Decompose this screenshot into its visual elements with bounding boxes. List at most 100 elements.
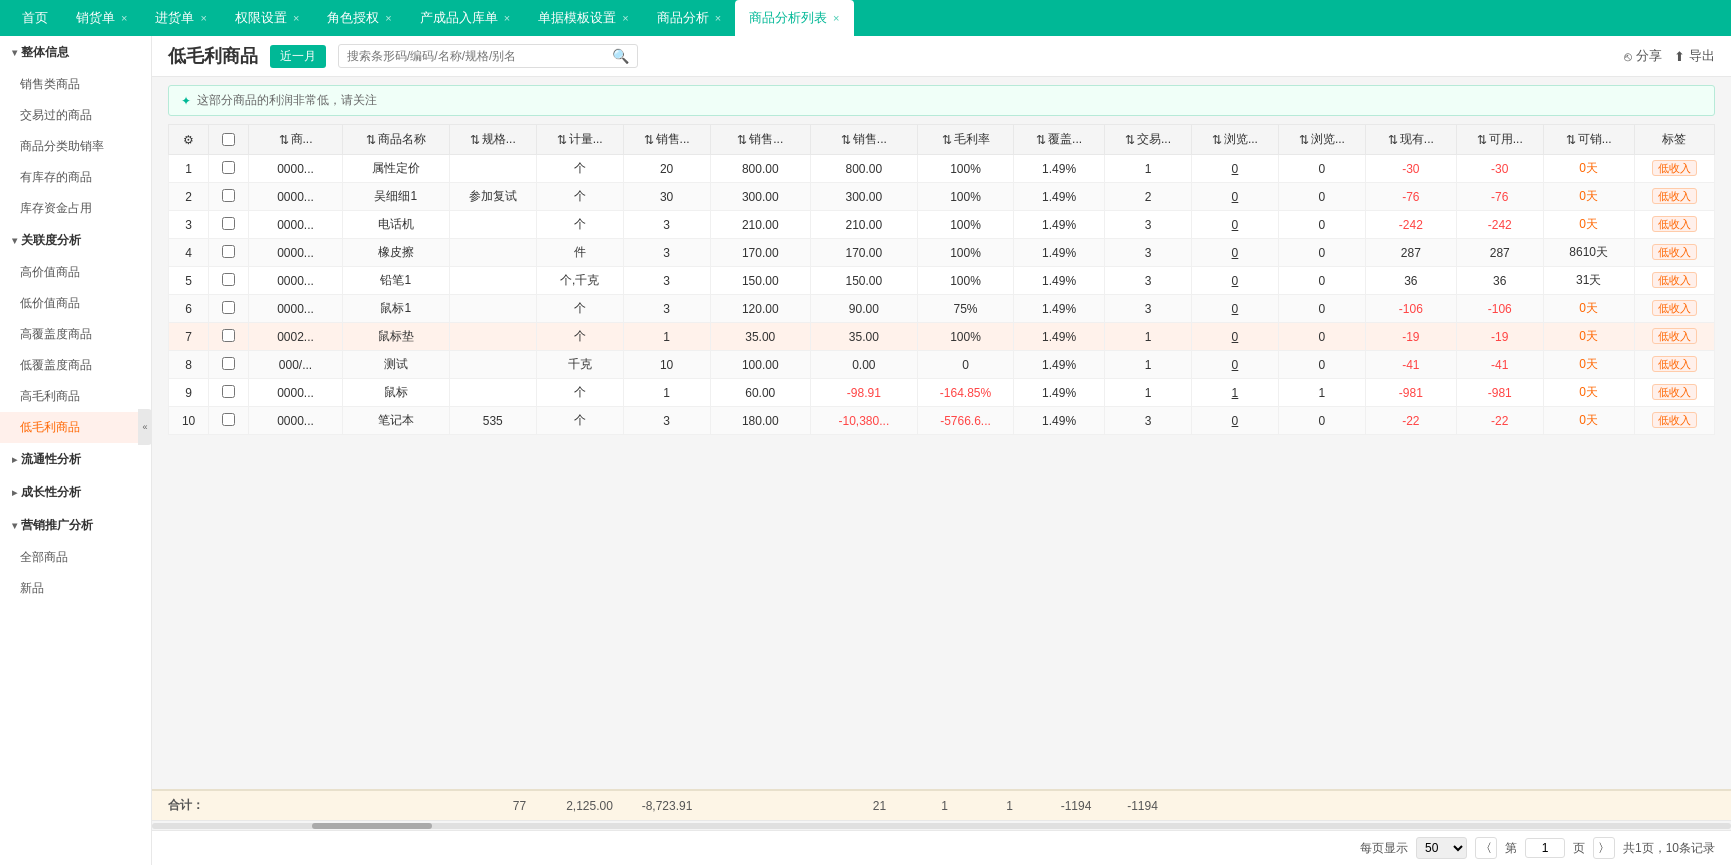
th-view2[interactable]: ⇅浏览... [1278,125,1365,155]
th-coverage[interactable]: ⇅覆盖... [1014,125,1105,155]
search-input[interactable] [347,49,612,63]
nav-permission[interactable]: 权限设置 × [221,0,313,36]
row-checkbox-cell[interactable] [209,379,249,407]
th-view1[interactable]: ⇅浏览... [1192,125,1279,155]
close-icon[interactable]: × [293,12,299,24]
row-trade: 3 [1105,295,1192,323]
scrollbar-thumb[interactable] [312,823,432,829]
th-settings[interactable]: ⚙ [169,125,209,155]
share-button[interactable]: ⎋ 分享 [1624,47,1662,65]
row-checkbox-cell[interactable] [209,211,249,239]
nav-template[interactable]: 单据模板设置 × [524,0,642,36]
th-available[interactable]: ⇅可用... [1456,125,1543,155]
sidebar-item-stock-capital[interactable]: 库存资金占用 [0,193,151,224]
sidebar-item-low-value[interactable]: 低价值商品 [0,288,151,319]
page-input[interactable] [1525,838,1565,858]
nav-sales[interactable]: 销货单 × [62,0,141,36]
row-view1[interactable]: 0 [1192,407,1279,435]
th-trade[interactable]: ⇅交易... [1105,125,1192,155]
row-checkbox[interactable] [222,385,235,398]
export-button[interactable]: ⬆ 导出 [1674,47,1715,65]
close-icon[interactable]: × [833,12,839,24]
nav-product-analysis-list[interactable]: 商品分析列表 × [735,0,853,36]
th-sellable[interactable]: ⇅可销... [1543,125,1634,155]
nav-product-analysis[interactable]: 商品分析 × [643,0,735,36]
sidebar-item-high-margin[interactable]: 高毛利商品 [0,381,151,412]
row-checkbox[interactable] [222,357,235,370]
nav-home[interactable]: 首页 [8,0,62,36]
row-checkbox-cell[interactable] [209,267,249,295]
sidebar-item-all-goods[interactable]: 全部商品 [0,542,151,573]
th-sale-qty[interactable]: ⇅销售... [623,125,710,155]
th-current-stock[interactable]: ⇅现有... [1365,125,1456,155]
sidebar-group-overview[interactable]: ▾ 整体信息 [0,36,151,69]
nav-role[interactable]: 角色授权 × [313,0,405,36]
row-checkbox-cell[interactable] [209,295,249,323]
close-icon[interactable]: × [622,12,628,24]
sidebar-group-growth[interactable]: ▸ 成长性分析 [0,476,151,509]
row-checkbox-cell[interactable] [209,351,249,379]
close-icon[interactable]: × [715,12,721,24]
row-checkbox[interactable] [222,413,235,426]
sidebar-group-correlation[interactable]: ▾ 关联度分析 [0,224,151,257]
row-checkbox[interactable] [222,329,235,342]
sidebar-item-stock-goods[interactable]: 有库存的商品 [0,162,151,193]
row-view1[interactable]: 0 [1192,211,1279,239]
per-page-select[interactable]: 50 100 200 [1416,837,1467,859]
sidebar-item-sales-goods[interactable]: 销售类商品 [0,69,151,100]
nav-purchase[interactable]: 进货单 × [141,0,220,36]
row-view1[interactable]: 0 [1192,239,1279,267]
sidebar-item-low-margin[interactable]: 低毛利商品 [0,412,151,443]
sidebar-item-category-rate[interactable]: 商品分类助销率 [0,131,151,162]
nav-product-in[interactable]: 产成品入库单 × [406,0,524,36]
prev-page-button[interactable]: 〈 [1475,837,1497,859]
row-checkbox-cell[interactable] [209,183,249,211]
row-checkbox[interactable] [222,189,235,202]
row-checkbox[interactable] [222,217,235,230]
sidebar-item-high-value[interactable]: 高价值商品 [0,257,151,288]
row-view1[interactable]: 0 [1192,323,1279,351]
th-tag[interactable]: 标签 [1634,125,1714,155]
row-checkbox-cell[interactable] [209,239,249,267]
th-spec[interactable]: ⇅规格... [449,125,536,155]
select-all-checkbox[interactable] [222,133,235,146]
per-page-label: 每页显示 [1360,840,1408,857]
sidebar-item-traded-goods[interactable]: 交易过的商品 [0,100,151,131]
th-sale-amount[interactable]: ⇅销售... [810,125,917,155]
row-current-stock: -242 [1365,211,1456,239]
row-view1[interactable]: 1 [1192,379,1279,407]
close-icon[interactable]: × [385,12,391,24]
scrollbar-area[interactable] [152,820,1731,830]
row-checkbox[interactable] [222,245,235,258]
row-checkbox[interactable] [222,161,235,174]
th-code[interactable]: ⇅商... [249,125,343,155]
row-view1[interactable]: 0 [1192,351,1279,379]
close-icon[interactable]: × [121,12,127,24]
row-view1[interactable]: 0 [1192,155,1279,183]
sidebar-item-low-coverage[interactable]: 低覆盖度商品 [0,350,151,381]
close-icon[interactable]: × [504,12,510,24]
row-view1[interactable]: 0 [1192,295,1279,323]
date-filter-button[interactable]: 近一月 [270,45,326,68]
sidebar-group-marketing[interactable]: ▾ 营销推广分析 [0,509,151,542]
sidebar-group-circulation[interactable]: ▸ 流通性分析 [0,443,151,476]
close-icon[interactable]: × [200,12,206,24]
row-view1[interactable]: 0 [1192,183,1279,211]
th-unit[interactable]: ⇅计量... [536,125,623,155]
row-checkbox[interactable] [222,301,235,314]
row-checkbox-cell[interactable] [209,323,249,351]
row-current-stock: 36 [1365,267,1456,295]
row-checkbox[interactable] [222,273,235,286]
row-checkbox-cell[interactable] [209,407,249,435]
th-sale-price[interactable]: ⇅销售... [710,125,810,155]
sidebar-item-high-coverage[interactable]: 高覆盖度商品 [0,319,151,350]
row-checkbox-cell[interactable] [209,155,249,183]
next-page-button[interactable]: 〉 [1593,837,1615,859]
th-name[interactable]: ⇅商品名称 [342,125,449,155]
search-icon[interactable]: 🔍 [612,48,629,64]
th-checkbox[interactable] [209,125,249,155]
th-gross-margin[interactable]: ⇅毛利率 [917,125,1013,155]
sidebar-item-new-goods[interactable]: 新品 [0,573,151,604]
row-view1[interactable]: 0 [1192,267,1279,295]
sidebar-collapse-btn[interactable]: « [138,409,152,445]
